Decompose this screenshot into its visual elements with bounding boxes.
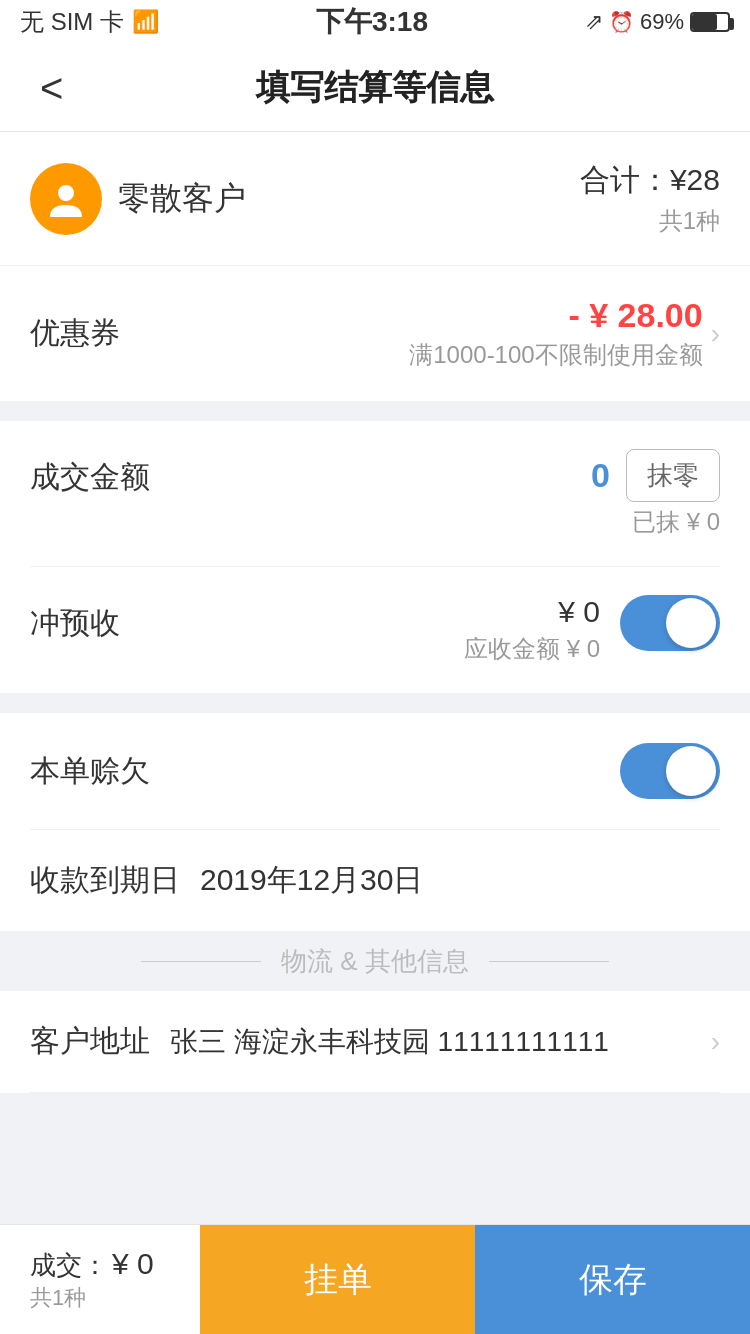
deal-amount-row: 成交金额 0 抹零 已抹 ¥ 0 xyxy=(30,421,720,567)
coupon-row[interactable]: 优惠券 - ¥ 28.00 满1000-100不限制使用金额 › xyxy=(30,266,720,401)
wifi-icon: 📶 xyxy=(132,9,159,35)
credit-toggle-knob xyxy=(666,746,716,796)
prepay-amount: ¥ 0 xyxy=(464,595,600,629)
address-section: 客户地址 张三 海淀永丰科技园 11111111111 › xyxy=(0,991,750,1093)
deal-sub: 已抹 ¥ 0 xyxy=(591,506,720,538)
customer-left: 零散客户 xyxy=(30,163,246,235)
battery-percent: 69% xyxy=(640,9,684,35)
back-button[interactable]: < xyxy=(30,58,73,118)
status-time: 下午3:18 xyxy=(316,3,428,41)
address-chevron-icon: › xyxy=(711,1026,720,1058)
prepay-label: 冲预收 xyxy=(30,603,120,644)
status-bar: 无 SIM 卡 📶 下午3:18 ⇗ ⏰ 69% xyxy=(0,0,750,44)
avatar xyxy=(30,163,102,235)
coupon-section: 优惠券 - ¥ 28.00 满1000-100不限制使用金额 › xyxy=(0,265,750,401)
coupon-desc: 满1000-100不限制使用金额 xyxy=(409,339,702,371)
address-value: 张三 海淀永丰科技园 11111111111 xyxy=(170,1023,703,1061)
divider-2 xyxy=(0,693,750,713)
address-label: 客户地址 xyxy=(30,1021,150,1062)
alarm-icon: ⏰ xyxy=(609,10,634,34)
pending-button[interactable]: 挂单 xyxy=(200,1225,475,1334)
carrier-text: 无 SIM 卡 xyxy=(20,6,124,38)
credit-section: 本单赊欠 收款到期日 2019年12月30日 xyxy=(0,713,750,931)
logistics-divider: 物流 & 其他信息 xyxy=(0,931,750,991)
logistics-label: 物流 & 其他信息 xyxy=(141,944,609,979)
due-date-label: 收款到期日 xyxy=(30,860,180,901)
deal-amount-label: 成交金额 xyxy=(30,457,150,498)
deal-amount-right: 0 抹零 已抹 ¥ 0 xyxy=(591,449,720,538)
coupon-discount: - ¥ 28.00 xyxy=(409,296,702,335)
customer-section: 零散客户 合计：¥28 共1种 xyxy=(0,132,750,265)
total-amount: 合计：¥28 xyxy=(580,160,720,201)
prepay-value-area: ¥ 0 应收金额 ¥ 0 xyxy=(464,595,600,665)
deal-section: 成交金额 0 抹零 已抹 ¥ 0 冲预收 ¥ 0 应收金额 ¥ 0 xyxy=(0,421,750,693)
prepay-toggle[interactable] xyxy=(620,595,720,651)
bottom-bar: 成交： ¥ 0 共1种 挂单 保存 xyxy=(0,1224,750,1334)
bottom-summary: 成交： ¥ 0 共1种 xyxy=(0,1247,200,1313)
divider-1 xyxy=(0,401,750,421)
deal-number[interactable]: 0 xyxy=(591,456,610,495)
bottom-deal-label: 成交： xyxy=(30,1248,108,1283)
total-count: 共1种 xyxy=(580,205,720,237)
credit-label: 本单赊欠 xyxy=(30,751,150,792)
prepay-sub: 应收金额 ¥ 0 xyxy=(464,633,600,665)
prepay-row: 冲预收 ¥ 0 应收金额 ¥ 0 xyxy=(30,567,720,693)
deal-input-area: 0 抹零 xyxy=(591,449,720,502)
status-left: 无 SIM 卡 📶 xyxy=(20,6,159,38)
round-button[interactable]: 抹零 xyxy=(626,449,720,502)
address-row[interactable]: 客户地址 张三 海淀永丰科技园 11111111111 › xyxy=(30,991,720,1093)
coupon-value: - ¥ 28.00 满1000-100不限制使用金额 xyxy=(409,296,702,371)
location-icon: ⇗ xyxy=(585,9,603,35)
date-row: 收款到期日 2019年12月30日 xyxy=(30,829,720,931)
bottom-deal-amount: ¥ 0 xyxy=(112,1247,154,1281)
bottom-count: 共1种 xyxy=(30,1283,170,1313)
due-date-value: 2019年12月30日 xyxy=(200,860,423,901)
nav-bar: < 填写结算等信息 xyxy=(0,44,750,132)
customer-total: 合计：¥28 共1种 xyxy=(580,160,720,237)
customer-row: 零散客户 合计：¥28 共1种 xyxy=(30,132,720,265)
toggle-knob xyxy=(666,598,716,648)
page-title: 填写结算等信息 xyxy=(256,65,494,111)
credit-row: 本单赊欠 xyxy=(30,713,720,829)
customer-name: 零散客户 xyxy=(118,177,246,221)
save-button[interactable]: 保存 xyxy=(475,1225,750,1334)
battery-icon xyxy=(690,12,730,32)
status-right: ⇗ ⏰ 69% xyxy=(585,9,730,35)
svg-point-0 xyxy=(58,185,74,201)
coupon-label: 优惠券 xyxy=(30,313,120,354)
credit-toggle[interactable] xyxy=(620,743,720,799)
chevron-right-icon: › xyxy=(711,318,720,350)
